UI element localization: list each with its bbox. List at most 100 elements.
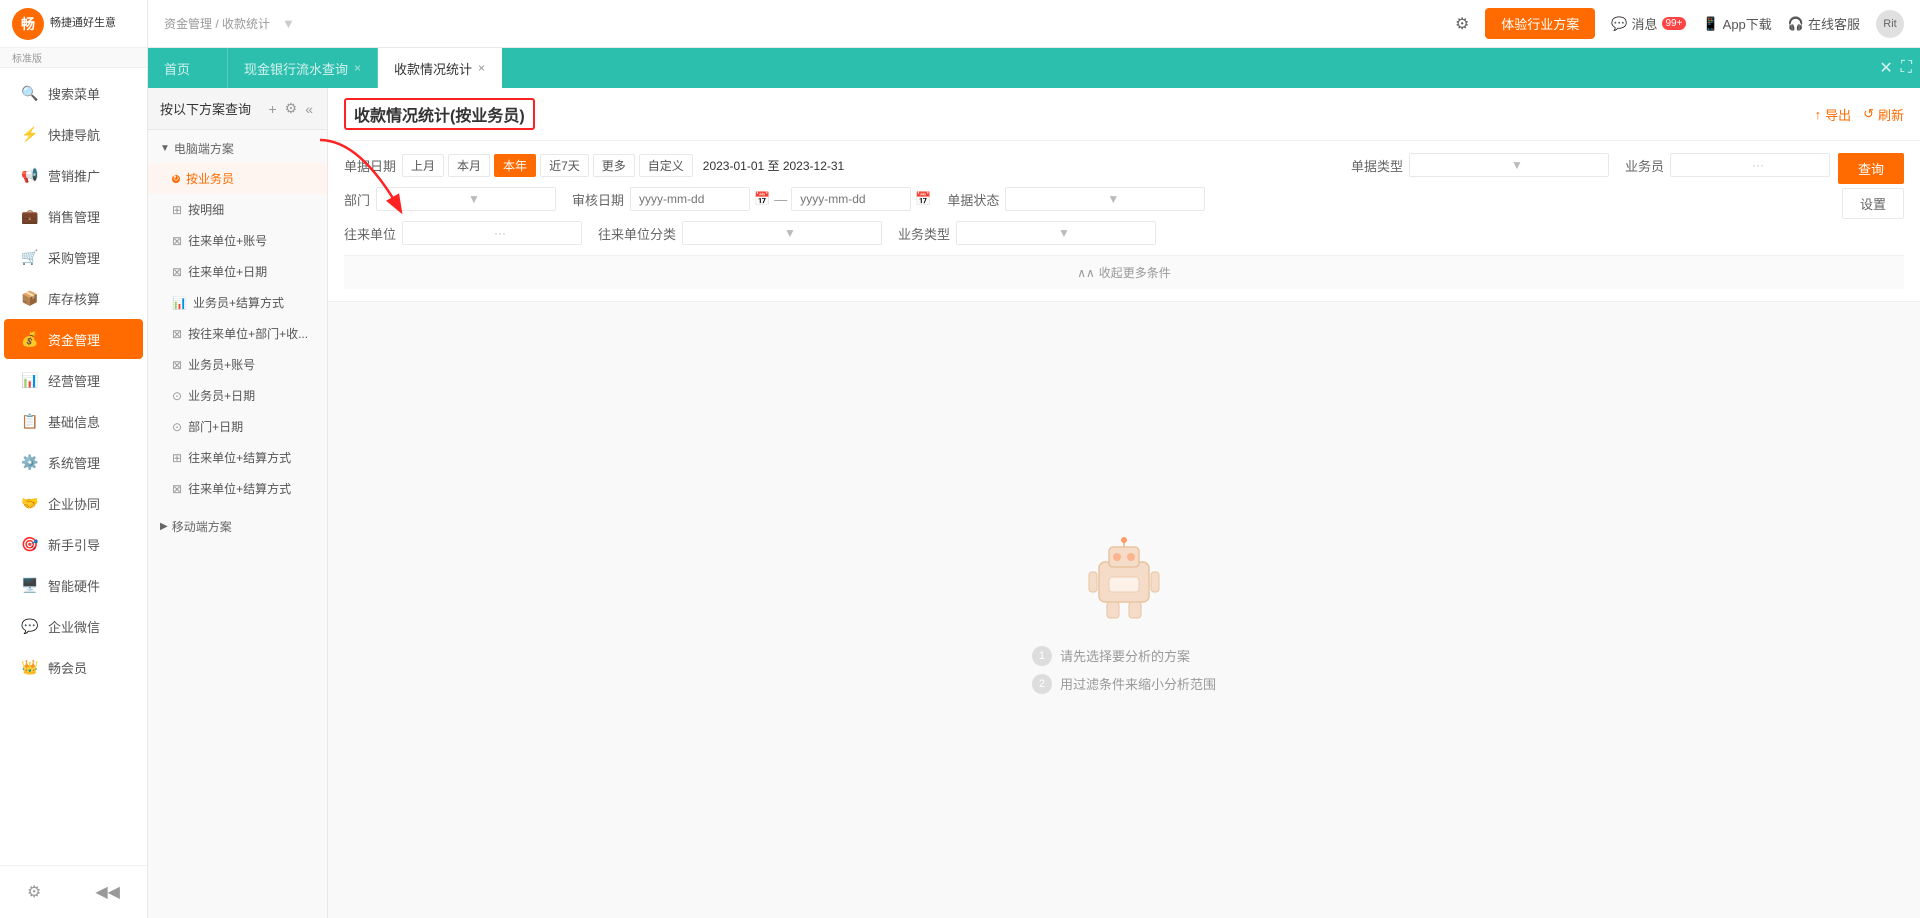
online-service-btn[interactable]: 🎧 在线客服	[1788, 14, 1860, 33]
scheme-group-mobile-title[interactable]: ▶ 移动端方案	[148, 512, 327, 541]
breadcrumb-dropdown[interactable]: ▼	[282, 16, 295, 31]
counterpart-select[interactable]: ···	[402, 221, 582, 245]
scheme-item-9[interactable]: ⊞往来单位+结算方式	[148, 442, 327, 473]
step-2-num: 2	[1032, 674, 1052, 694]
scheme-icon-5: ⊠	[172, 327, 182, 341]
sidebar-item-8[interactable]: 📋基础信息	[4, 401, 143, 441]
sidebar-item-0[interactable]: 🔍搜索菜单	[4, 73, 143, 113]
counterpart-filter: 往来单位 ···	[344, 221, 582, 245]
sidebar-item-1[interactable]: ⚡快捷导航	[4, 114, 143, 154]
step-2-text: 用过滤条件来缩小分析范围	[1060, 674, 1216, 693]
department-select[interactable]: ▼	[376, 187, 556, 211]
business-type-select[interactable]: ▼	[956, 221, 1156, 245]
scheme-item-7[interactable]: ⊙业务员+日期	[148, 380, 327, 411]
counterpart-category-label: 往来单位分类	[598, 224, 676, 243]
nav-label-12: 智能硬件	[48, 576, 100, 595]
filter-settings-button[interactable]: 设置	[1842, 188, 1904, 219]
logo-text: 畅捷通好生意	[50, 16, 116, 30]
tab-collection[interactable]: 收款情况统计 ×	[378, 48, 502, 88]
nav-icon-12: 🖥️	[20, 575, 40, 595]
counterpart-more-btn[interactable]: ···	[494, 226, 573, 240]
tab-cashflow[interactable]: 现金银行流水查询 ×	[228, 48, 378, 88]
sidebar-item-14[interactable]: 👑畅会员	[4, 647, 143, 687]
date-this-month[interactable]: 本月	[448, 154, 490, 177]
counterpart-category-select[interactable]: ▼	[682, 221, 882, 245]
empty-step-2: 2 用过滤条件来缩小分析范围	[1032, 674, 1216, 694]
sidebar-item-7[interactable]: 📊经营管理	[4, 360, 143, 400]
tab-cashflow-close[interactable]: ×	[354, 61, 361, 75]
add-scheme-btn[interactable]: +	[266, 99, 278, 119]
scheme-group-desktop-title[interactable]: ▼ 电脑端方案	[148, 134, 327, 163]
nav-icon-10: 🤝	[20, 493, 40, 513]
date-quick-buttons: 上月 本月 本年 近7天 更多 自定义	[402, 154, 693, 177]
refresh-icon: ↺	[1863, 106, 1874, 122]
nav-label-13: 企业微信	[48, 617, 100, 636]
voucher-type-select[interactable]: ▼	[1409, 153, 1609, 177]
scheme-item-label-6: 业务员+账号	[188, 356, 255, 373]
export-btn[interactable]: ↑ 导出	[1815, 105, 1852, 124]
scheme-item-3[interactable]: ⊠往来单位+日期	[148, 256, 327, 287]
sidebar-item-9[interactable]: ⚙️系统管理	[4, 442, 143, 482]
scheme-item-4[interactable]: 📊业务员+结算方式	[148, 287, 327, 318]
sidebar-item-13[interactable]: 💬 企业微信	[4, 606, 143, 646]
settings-bottom-btn[interactable]: ⚙	[19, 874, 49, 910]
date-last-month[interactable]: 上月	[402, 154, 444, 177]
date-more[interactable]: 更多	[593, 154, 635, 177]
nav-icon-13: 💬	[20, 616, 40, 636]
trial-button[interactable]: 体验行业方案	[1485, 8, 1595, 39]
date-custom[interactable]: 自定义	[639, 154, 693, 177]
tab-home-label: 首页	[164, 59, 190, 78]
user-avatar[interactable]: Rit	[1876, 10, 1904, 38]
close-window-btn[interactable]: ✕	[1879, 58, 1892, 78]
collapse-sidebar-btn[interactable]: ◀◀	[87, 874, 128, 910]
maximize-window-btn[interactable]: ⛶	[1901, 59, 1912, 77]
scheme-item-8[interactable]: ⊙部门+日期	[148, 411, 327, 442]
scheme-item-2[interactable]: ⊠往来单位+账号	[148, 225, 327, 256]
voucher-type-label: 单据类型	[1351, 156, 1403, 175]
scheme-settings-btn[interactable]: ⚙	[283, 98, 300, 119]
scheme-item-1[interactable]: ⊞按明细	[148, 194, 327, 225]
audit-start-calendar-icon[interactable]: 📅	[754, 191, 770, 207]
scheme-item-5[interactable]: ⊠按往来单位+部门+收...	[148, 318, 327, 349]
date-this-year[interactable]: 本年	[494, 154, 536, 177]
filter-area: 单据日期 上月 本月 本年 近7天 更多 自定义	[328, 141, 1920, 302]
tab-home[interactable]: 首页	[148, 48, 228, 88]
nav-icon-9: ⚙️	[20, 452, 40, 472]
audit-date-start-input[interactable]	[630, 187, 750, 211]
salesperson-select[interactable]: ···	[1670, 153, 1830, 177]
sidebar-item-5[interactable]: 📦库存核算	[4, 278, 143, 318]
sidebar-item-11[interactable]: 🎯新手引导	[4, 524, 143, 564]
sidebar-item-4[interactable]: 🛒采购管理	[4, 237, 143, 277]
tab-bar: 首页 现金银行流水查询 × 收款情况统计 × ✕ ⛶	[148, 48, 1920, 88]
scheme-item-0[interactable]: ↻按业务员	[148, 163, 327, 194]
voucher-status-label: 单据状态	[947, 190, 999, 209]
sidebar-item-10[interactable]: 🤝企业协同	[4, 483, 143, 523]
sidebar-item-3[interactable]: 💼销售管理	[4, 196, 143, 236]
date-last-7days[interactable]: 近7天	[540, 154, 589, 177]
sidebar-item-6[interactable]: 💰资金管理	[4, 319, 143, 359]
sidebar-item-2[interactable]: 📢营销推广	[4, 155, 143, 195]
filter-row-2: 部门 ▼ 审核日期 📅	[344, 187, 1830, 211]
collapse-up-icon: ∧∧	[1077, 266, 1095, 280]
nav-icon-6: 💰	[20, 329, 40, 349]
voucher-status-filter: 单据状态 ▼	[947, 187, 1205, 211]
department-dropdown-icon: ▼	[468, 192, 547, 206]
refresh-btn[interactable]: ↺ 刷新	[1863, 105, 1904, 124]
scheme-item-6[interactable]: ⊠业务员+账号	[148, 349, 327, 380]
scheme-group-mobile: ▶ 移动端方案	[148, 508, 327, 545]
scheme-collapse-btn[interactable]: «	[303, 99, 315, 119]
tab-cashflow-label: 现金银行流水查询	[244, 59, 348, 78]
voucher-status-select[interactable]: ▼	[1005, 187, 1205, 211]
query-button[interactable]: 查询	[1838, 153, 1904, 184]
mobile-group-arrow: ▶	[160, 521, 168, 532]
audit-date-end-input[interactable]	[791, 187, 911, 211]
audit-end-calendar-icon[interactable]: 📅	[915, 191, 931, 207]
breadcrumb-text: 资金管理 / 收款统计	[164, 15, 270, 32]
messages-btn[interactable]: 💬 消息 99+	[1611, 14, 1686, 33]
sidebar-item-12[interactable]: 🖥️ 智能硬件	[4, 565, 143, 605]
header-settings-icon[interactable]: ⚙	[1455, 14, 1469, 34]
tab-collection-close[interactable]: ×	[478, 61, 485, 75]
app-download-btn[interactable]: 📱 App下载	[1702, 14, 1771, 33]
scheme-item-10[interactable]: ⊠往来单位+结算方式	[148, 473, 327, 504]
collapse-filter-bar[interactable]: ∧∧ 收起更多条件	[344, 255, 1904, 289]
